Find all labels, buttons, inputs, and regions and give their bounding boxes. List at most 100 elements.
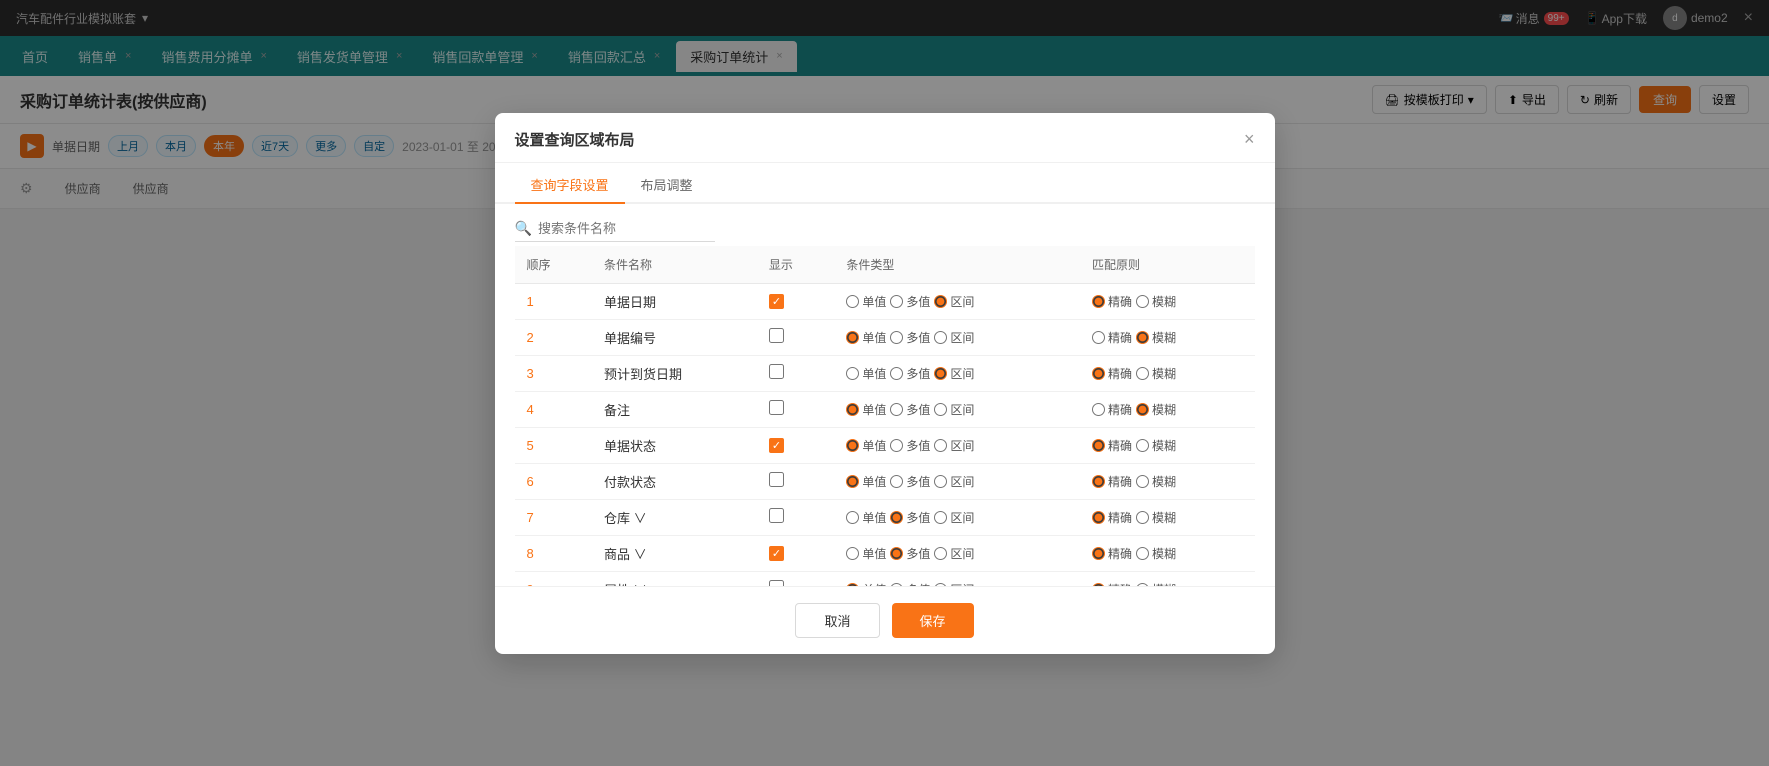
type-single-option[interactable]: 单值 bbox=[846, 437, 886, 454]
display-checkbox[interactable] bbox=[769, 294, 784, 309]
type-range-radio[interactable] bbox=[934, 547, 947, 560]
match-exact-radio[interactable] bbox=[1092, 331, 1105, 344]
type-multi-radio[interactable] bbox=[890, 475, 903, 488]
type-single-option[interactable]: 单值 bbox=[846, 401, 886, 418]
match-exact-radio[interactable] bbox=[1092, 511, 1105, 524]
match-exact-option[interactable]: 精确 bbox=[1092, 545, 1132, 562]
match-exact-radio[interactable] bbox=[1092, 547, 1105, 560]
cell-order: 1 bbox=[515, 283, 593, 319]
type-multi-radio[interactable] bbox=[890, 403, 903, 416]
match-exact-radio[interactable] bbox=[1092, 475, 1105, 488]
type-single-radio[interactable] bbox=[846, 331, 859, 344]
match-exact-option[interactable]: 精确 bbox=[1092, 293, 1132, 310]
match-exact-option[interactable]: 精确 bbox=[1092, 509, 1132, 526]
match-fuzzy-radio[interactable] bbox=[1136, 439, 1149, 452]
match-exact-option[interactable]: 精确 bbox=[1092, 329, 1132, 346]
type-single-radio[interactable] bbox=[846, 547, 859, 560]
match-exact-radio[interactable] bbox=[1092, 403, 1105, 416]
match-exact-radio[interactable] bbox=[1092, 295, 1105, 308]
type-range-option[interactable]: 区间 bbox=[934, 293, 974, 310]
match-exact-radio[interactable] bbox=[1092, 367, 1105, 380]
type-multi-radio[interactable] bbox=[890, 439, 903, 452]
type-range-option[interactable]: 区间 bbox=[934, 401, 974, 418]
type-range-radio[interactable] bbox=[934, 295, 947, 308]
match-fuzzy-radio[interactable] bbox=[1136, 295, 1149, 308]
type-range-radio[interactable] bbox=[934, 475, 947, 488]
type-range-radio[interactable] bbox=[934, 511, 947, 524]
type-multi-radio[interactable] bbox=[890, 547, 903, 560]
type-multi-option[interactable]: 多值 bbox=[890, 401, 930, 418]
type-single-option[interactable]: 单值 bbox=[846, 293, 886, 310]
match-fuzzy-radio[interactable] bbox=[1136, 475, 1149, 488]
display-checkbox[interactable] bbox=[769, 546, 784, 561]
type-range-radio[interactable] bbox=[934, 367, 947, 380]
type-multi-option[interactable]: 多值 bbox=[890, 437, 930, 454]
type-multi-radio[interactable] bbox=[890, 367, 903, 380]
type-single-radio[interactable] bbox=[846, 367, 859, 380]
type-range-option[interactable]: 区间 bbox=[934, 437, 974, 454]
type-range-option[interactable]: 区间 bbox=[934, 509, 974, 526]
type-single-option[interactable]: 单值 bbox=[846, 545, 886, 562]
modal-overlay: 设置查询区域布局 × 查询字段设置 布局调整 🔍 顺序 条件名称 显示 bbox=[0, 0, 1769, 766]
type-single-radio[interactable] bbox=[846, 439, 859, 452]
type-multi-option[interactable]: 多值 bbox=[890, 365, 930, 382]
type-single-option[interactable]: 单值 bbox=[846, 473, 886, 490]
dialog: 设置查询区域布局 × 查询字段设置 布局调整 🔍 顺序 条件名称 显示 bbox=[495, 113, 1275, 654]
type-single-radio[interactable] bbox=[846, 295, 859, 308]
type-multi-option[interactable]: 多值 bbox=[890, 293, 930, 310]
display-checkbox[interactable] bbox=[769, 400, 784, 415]
match-fuzzy-radio[interactable] bbox=[1136, 547, 1149, 560]
display-checkbox[interactable] bbox=[769, 472, 784, 487]
table-row: 2单据编号 单值 多值 区间 精确 模糊 bbox=[515, 319, 1255, 355]
type-multi-option[interactable]: 多值 bbox=[890, 509, 930, 526]
display-checkbox[interactable] bbox=[769, 364, 784, 379]
match-exact-radio[interactable] bbox=[1092, 439, 1105, 452]
type-multi-option[interactable]: 多值 bbox=[890, 329, 930, 346]
match-fuzzy-radio[interactable] bbox=[1136, 403, 1149, 416]
type-single-option[interactable]: 单值 bbox=[846, 329, 886, 346]
type-range-radio[interactable] bbox=[934, 331, 947, 344]
match-fuzzy-option[interactable]: 模糊 bbox=[1136, 437, 1176, 454]
save-button[interactable]: 保存 bbox=[892, 603, 974, 638]
display-checkbox[interactable] bbox=[769, 438, 784, 453]
match-fuzzy-option[interactable]: 模糊 bbox=[1136, 365, 1176, 382]
type-range-option[interactable]: 区间 bbox=[934, 329, 974, 346]
match-fuzzy-radio[interactable] bbox=[1136, 511, 1149, 524]
type-multi-radio[interactable] bbox=[890, 511, 903, 524]
type-single-option[interactable]: 单值 bbox=[846, 365, 886, 382]
type-multi-radio[interactable] bbox=[890, 295, 903, 308]
tab-layout[interactable]: 布局调整 bbox=[625, 167, 709, 204]
type-range-radio[interactable] bbox=[934, 439, 947, 452]
type-single-radio[interactable] bbox=[846, 403, 859, 416]
match-fuzzy-option[interactable]: 模糊 bbox=[1136, 329, 1176, 346]
match-exact-option[interactable]: 精确 bbox=[1092, 437, 1132, 454]
match-fuzzy-option[interactable]: 模糊 bbox=[1136, 473, 1176, 490]
type-range-option[interactable]: 区间 bbox=[934, 473, 974, 490]
type-range-option[interactable]: 区间 bbox=[934, 365, 974, 382]
match-fuzzy-option[interactable]: 模糊 bbox=[1136, 401, 1176, 418]
match-exact-option[interactable]: 精确 bbox=[1092, 473, 1132, 490]
type-single-option[interactable]: 单值 bbox=[846, 509, 886, 526]
match-exact-option[interactable]: 精确 bbox=[1092, 365, 1132, 382]
match-fuzzy-radio[interactable] bbox=[1136, 367, 1149, 380]
cell-match: 精确 模糊 bbox=[1080, 391, 1255, 427]
match-fuzzy-option[interactable]: 模糊 bbox=[1136, 509, 1176, 526]
cancel-button[interactable]: 取消 bbox=[795, 603, 879, 638]
type-range-radio[interactable] bbox=[934, 403, 947, 416]
type-multi-option[interactable]: 多值 bbox=[890, 473, 930, 490]
match-fuzzy-radio[interactable] bbox=[1136, 331, 1149, 344]
type-range-option[interactable]: 区间 bbox=[934, 545, 974, 562]
type-multi-option[interactable]: 多值 bbox=[890, 545, 930, 562]
tab-query-fields[interactable]: 查询字段设置 bbox=[515, 167, 625, 204]
match-exact-option[interactable]: 精确 bbox=[1092, 401, 1132, 418]
display-checkbox[interactable] bbox=[769, 328, 784, 343]
search-input[interactable] bbox=[538, 221, 698, 236]
cell-type: 单值 多值 区间 bbox=[834, 319, 1080, 355]
type-single-radio[interactable] bbox=[846, 511, 859, 524]
display-checkbox[interactable] bbox=[769, 508, 784, 523]
dialog-close-button[interactable]: × bbox=[1244, 130, 1255, 148]
match-fuzzy-option[interactable]: 模糊 bbox=[1136, 545, 1176, 562]
type-single-radio[interactable] bbox=[846, 475, 859, 488]
match-fuzzy-option[interactable]: 模糊 bbox=[1136, 293, 1176, 310]
type-multi-radio[interactable] bbox=[890, 331, 903, 344]
